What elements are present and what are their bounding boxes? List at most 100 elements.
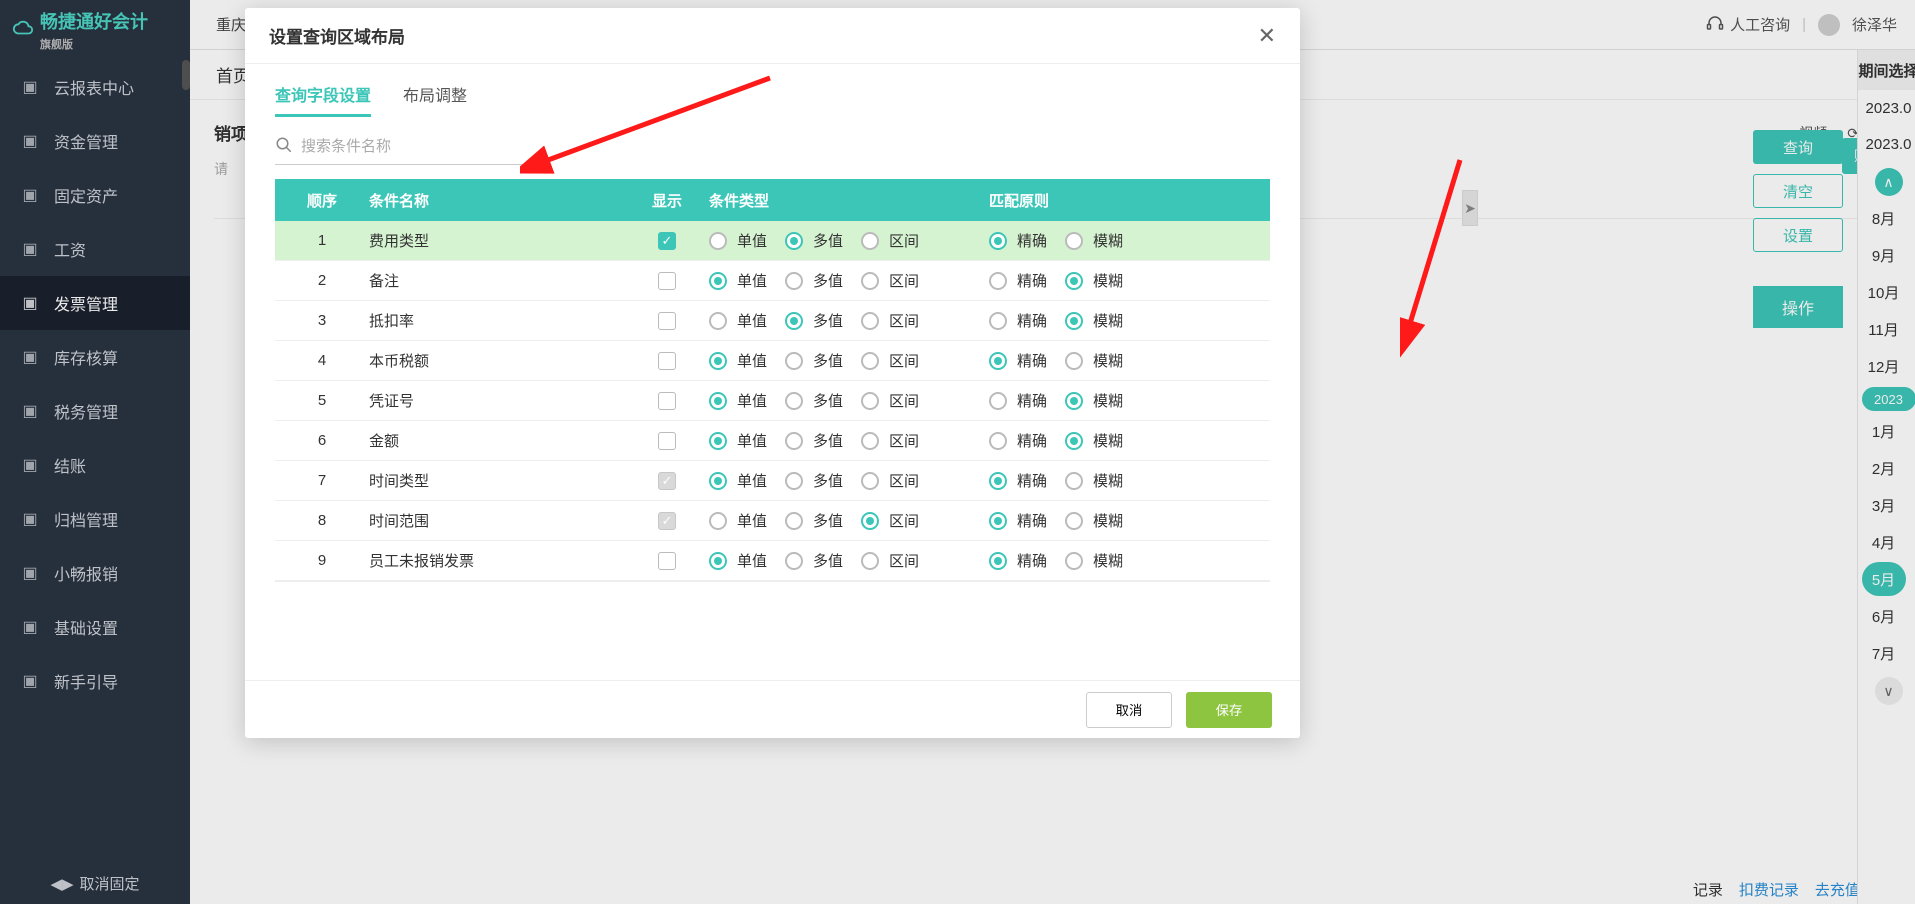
cell-match: 精确 模糊 bbox=[975, 261, 1270, 300]
radio-match-exact[interactable]: 精确 bbox=[989, 310, 1047, 331]
radio-label: 多值 bbox=[813, 350, 843, 371]
radio-match-fuzzy[interactable]: 模糊 bbox=[1065, 510, 1123, 531]
cell-match: 精确 模糊 bbox=[975, 421, 1270, 460]
show-checkbox[interactable] bbox=[658, 512, 676, 530]
radio-match-fuzzy[interactable]: 模糊 bbox=[1065, 430, 1123, 451]
radio-dot bbox=[989, 432, 1007, 450]
show-checkbox[interactable] bbox=[658, 432, 676, 450]
radio-match-fuzzy[interactable]: 模糊 bbox=[1065, 550, 1123, 571]
radio-label: 精确 bbox=[1017, 390, 1047, 411]
radio-type-multi[interactable]: 多值 bbox=[785, 270, 843, 291]
radio-type-single[interactable]: 单值 bbox=[709, 230, 767, 251]
radio-type-range[interactable]: 区间 bbox=[861, 310, 919, 331]
radio-label: 模糊 bbox=[1093, 270, 1123, 291]
radio-match-exact[interactable]: 精确 bbox=[989, 550, 1047, 571]
radio-type-range[interactable]: 区间 bbox=[861, 230, 919, 251]
cell-type: 单值 多值 区间 bbox=[695, 341, 975, 380]
radio-type-range[interactable]: 区间 bbox=[861, 550, 919, 571]
radio-match-exact[interactable]: 精确 bbox=[989, 430, 1047, 451]
cell-match: 精确 模糊 bbox=[975, 301, 1270, 340]
radio-dot bbox=[785, 272, 803, 290]
save-button[interactable]: 保存 bbox=[1186, 692, 1272, 728]
radio-type-single[interactable]: 单值 bbox=[709, 510, 767, 531]
radio-label: 精确 bbox=[1017, 310, 1047, 331]
show-checkbox[interactable] bbox=[658, 272, 676, 290]
radio-type-range[interactable]: 区间 bbox=[861, 270, 919, 291]
radio-type-multi[interactable]: 多值 bbox=[785, 510, 843, 531]
radio-dot bbox=[1065, 352, 1083, 370]
radio-label: 模糊 bbox=[1093, 470, 1123, 491]
radio-dot bbox=[1065, 512, 1083, 530]
radio-match-fuzzy[interactable]: 模糊 bbox=[1065, 310, 1123, 331]
radio-match-fuzzy[interactable]: 模糊 bbox=[1065, 270, 1123, 291]
cell-match: 精确 模糊 bbox=[975, 501, 1270, 540]
show-checkbox[interactable] bbox=[658, 552, 676, 570]
radio-type-range[interactable]: 区间 bbox=[861, 390, 919, 411]
radio-match-exact[interactable]: 精确 bbox=[989, 350, 1047, 371]
radio-type-multi[interactable]: 多值 bbox=[785, 430, 843, 451]
radio-label: 区间 bbox=[889, 230, 919, 251]
show-checkbox[interactable] bbox=[658, 472, 676, 490]
radio-label: 多值 bbox=[813, 550, 843, 571]
radio-type-range[interactable]: 区间 bbox=[861, 510, 919, 531]
cell-order: 7 bbox=[275, 461, 355, 500]
radio-type-multi[interactable]: 多值 bbox=[785, 230, 843, 251]
cell-show bbox=[625, 421, 695, 460]
radio-dot bbox=[1065, 272, 1083, 290]
radio-match-exact[interactable]: 精确 bbox=[989, 230, 1047, 251]
radio-match-exact[interactable]: 精确 bbox=[989, 510, 1047, 531]
th-match: 匹配原则 bbox=[975, 179, 1270, 221]
cell-order: 1 bbox=[275, 221, 355, 260]
radio-match-fuzzy[interactable]: 模糊 bbox=[1065, 350, 1123, 371]
cell-show bbox=[625, 221, 695, 260]
radio-type-single[interactable]: 单值 bbox=[709, 470, 767, 491]
radio-match-exact[interactable]: 精确 bbox=[989, 390, 1047, 411]
radio-label: 多值 bbox=[813, 390, 843, 411]
tab-layout[interactable]: 布局调整 bbox=[403, 82, 467, 117]
show-checkbox[interactable] bbox=[658, 352, 676, 370]
radio-type-single[interactable]: 单值 bbox=[709, 350, 767, 371]
radio-type-multi[interactable]: 多值 bbox=[785, 470, 843, 491]
table-row: 9 员工未报销发票 单值 多值 区间 精 bbox=[275, 541, 1270, 581]
radio-type-single[interactable]: 单值 bbox=[709, 310, 767, 331]
radio-label: 单值 bbox=[737, 270, 767, 291]
radio-type-single[interactable]: 单值 bbox=[709, 390, 767, 411]
radio-dot bbox=[861, 512, 879, 530]
radio-match-fuzzy[interactable]: 模糊 bbox=[1065, 470, 1123, 491]
radio-type-multi[interactable]: 多值 bbox=[785, 550, 843, 571]
tab-fields[interactable]: 查询字段设置 bbox=[275, 82, 371, 117]
radio-type-range[interactable]: 区间 bbox=[861, 430, 919, 451]
radio-match-fuzzy[interactable]: 模糊 bbox=[1065, 230, 1123, 251]
radio-match-fuzzy[interactable]: 模糊 bbox=[1065, 390, 1123, 411]
radio-dot bbox=[989, 352, 1007, 370]
show-checkbox[interactable] bbox=[658, 232, 676, 250]
show-checkbox[interactable] bbox=[658, 312, 676, 330]
radio-label: 多值 bbox=[813, 310, 843, 331]
th-order: 顺序 bbox=[275, 179, 355, 221]
radio-type-range[interactable]: 区间 bbox=[861, 470, 919, 491]
th-show: 显示 bbox=[625, 179, 695, 221]
modal-search[interactable] bbox=[275, 129, 525, 165]
show-checkbox[interactable] bbox=[658, 392, 676, 410]
radio-type-multi[interactable]: 多值 bbox=[785, 310, 843, 331]
radio-type-single[interactable]: 单值 bbox=[709, 430, 767, 451]
radio-type-range[interactable]: 区间 bbox=[861, 350, 919, 371]
cancel-button[interactable]: 取消 bbox=[1086, 692, 1172, 728]
radio-type-multi[interactable]: 多值 bbox=[785, 390, 843, 411]
radio-type-multi[interactable]: 多值 bbox=[785, 350, 843, 371]
modal-close-button[interactable]: ✕ bbox=[1258, 23, 1276, 49]
cell-show bbox=[625, 501, 695, 540]
radio-match-exact[interactable]: 精确 bbox=[989, 270, 1047, 291]
cell-order: 2 bbox=[275, 261, 355, 300]
search-input[interactable] bbox=[301, 138, 525, 155]
radio-type-single[interactable]: 单值 bbox=[709, 270, 767, 291]
radio-label: 精确 bbox=[1017, 430, 1047, 451]
radio-label: 精确 bbox=[1017, 510, 1047, 531]
cell-match: 精确 模糊 bbox=[975, 461, 1270, 500]
cell-show bbox=[625, 381, 695, 420]
radio-match-exact[interactable]: 精确 bbox=[989, 470, 1047, 491]
radio-label: 模糊 bbox=[1093, 510, 1123, 531]
radio-label: 精确 bbox=[1017, 270, 1047, 291]
radio-type-single[interactable]: 单值 bbox=[709, 550, 767, 571]
radio-dot bbox=[861, 272, 879, 290]
